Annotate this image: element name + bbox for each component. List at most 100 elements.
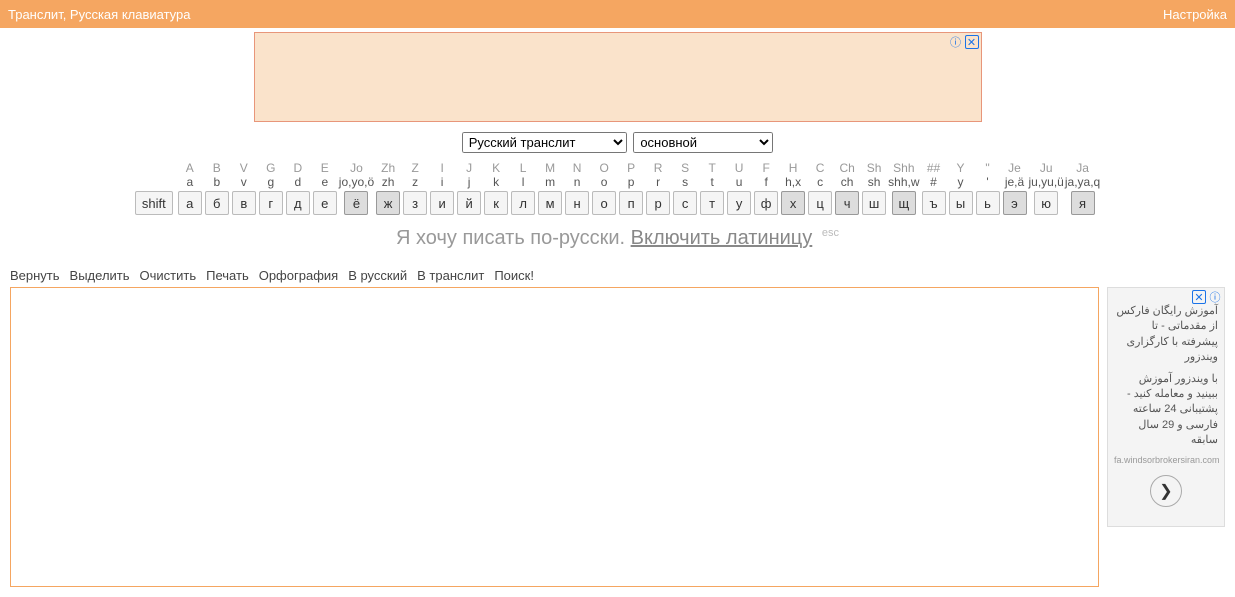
ad-banner-top[interactable]: ⓘ ✕ [254,32,982,122]
key-з[interactable]: з [403,191,427,215]
latin-upper: Je [1008,161,1021,175]
key-п[interactable]: п [619,191,643,215]
key-ш[interactable]: ш [862,191,886,215]
latin-lower: r [656,175,660,189]
key-д[interactable]: д [286,191,310,215]
latin-upper: M [545,161,555,175]
latin-upper: L [520,161,527,175]
toolbar-В транслит[interactable]: В транслит [417,268,484,283]
toggle-latin-link[interactable]: Включить латиницу [631,227,813,249]
latin-upper: A [186,161,194,175]
latin-lower: je,ä [1005,175,1024,189]
key-а[interactable]: а [178,191,202,215]
latin-upper: S [681,161,689,175]
layout-select[interactable]: основной [633,132,773,153]
key-ь[interactable]: ь [976,191,1000,215]
latin-lower: i [441,175,444,189]
ad-url: fa.windsorbrokersiran.com [1114,455,1218,465]
toolbar-Выделить[interactable]: Выделить [70,268,130,283]
key-ё[interactable]: ё [344,191,368,215]
latin-lower: m [545,175,555,189]
latin-lower: ' [986,175,988,189]
ad-close-icon[interactable]: ✕ [965,35,979,49]
latin-upper: K [492,161,500,175]
latin-upper: ## [927,161,940,175]
key-ж[interactable]: ж [376,191,400,215]
key-я[interactable]: я [1071,191,1095,215]
latin-upper: Shh [893,161,914,175]
latin-upper: Ja [1076,161,1089,175]
latin-lower: g [267,175,274,189]
latin-lower: a [186,175,193,189]
key-щ[interactable]: щ [892,191,916,215]
key-х[interactable]: х [781,191,805,215]
ad-arrow-icon[interactable]: ❯ [1150,475,1182,507]
toolbar-В русский[interactable]: В русский [348,268,407,283]
ad-close-icon[interactable]: ✕ [1192,290,1206,304]
mode-hint-text: Я хочу писать по-русски. [396,227,631,249]
key-н[interactable]: н [565,191,589,215]
latin-lower: ch [841,175,854,189]
key-у[interactable]: у [727,191,751,215]
key-к[interactable]: к [484,191,508,215]
key-с[interactable]: с [673,191,697,215]
key-е[interactable]: е [313,191,337,215]
latin-upper: N [573,161,582,175]
page-title-link[interactable]: Транслит, Русская клавиатура [8,7,191,22]
latin-upper: T [708,161,715,175]
latin-upper: B [213,161,221,175]
latin-lower: # [930,175,937,189]
key-т[interactable]: т [700,191,724,215]
toolbar-Поиск![interactable]: Поиск! [494,268,534,283]
latin-lower: zh [382,175,395,189]
toolbar-Вернуть[interactable]: Вернуть [10,268,60,283]
key-р[interactable]: р [646,191,670,215]
latin-lower: y [958,175,964,189]
latin-upper: R [654,161,663,175]
toolbar-Орфография[interactable]: Орфография [259,268,338,283]
ad-text-1: آموزش رایگان فارکس از مقدماتی - تا پیشرف… [1114,304,1218,366]
latin-lower: f [764,175,767,189]
toolbar-Очистить[interactable]: Очистить [140,268,197,283]
latin-upper: '' [985,161,990,175]
key-ч[interactable]: ч [835,191,859,215]
key-ф[interactable]: ф [754,191,778,215]
latin-upper: G [266,161,275,175]
settings-link[interactable]: Настройка [1163,7,1227,22]
ad-info-icon[interactable]: ⓘ [1208,290,1222,304]
latin-lower: u [736,175,743,189]
key-й[interactable]: й [457,191,481,215]
main-textarea[interactable] [10,287,1099,587]
toolbar-Печать[interactable]: Печать [206,268,249,283]
key-э[interactable]: э [1003,191,1027,215]
latin-lower: k [493,175,499,189]
key-ы[interactable]: ы [949,191,973,215]
latin-upper: J [466,161,472,175]
latin-lower: shh,w [888,175,919,189]
shift-key[interactable]: shift [135,191,173,215]
ad-banner-side[interactable]: ⓘ ✕ آموزش رایگان فارکس از مقدماتی - تا پ… [1107,287,1225,527]
latin-lower: j [468,175,471,189]
latin-lower: v [241,175,247,189]
ad-text-2: با ویندزور آموزش ببینید و معامله کنید - … [1114,372,1218,449]
latin-lower: p [628,175,635,189]
key-ъ[interactable]: ъ [922,191,946,215]
latin-upper: C [816,161,825,175]
key-ю[interactable]: ю [1034,191,1058,215]
latin-upper: Ju [1040,161,1053,175]
key-м[interactable]: м [538,191,562,215]
key-л[interactable]: л [511,191,535,215]
key-о[interactable]: о [592,191,616,215]
latin-upper: O [599,161,608,175]
latin-upper: P [627,161,635,175]
key-г[interactable]: г [259,191,283,215]
language-select[interactable]: Русский транслит [462,132,627,153]
key-б[interactable]: б [205,191,229,215]
latin-lower: ju,yu,ü [1029,175,1064,189]
latin-upper: U [735,161,744,175]
ad-info-icon[interactable]: ⓘ [949,35,963,49]
key-и[interactable]: и [430,191,454,215]
key-в[interactable]: в [232,191,256,215]
latin-lower: sh [868,175,881,189]
key-ц[interactable]: ц [808,191,832,215]
